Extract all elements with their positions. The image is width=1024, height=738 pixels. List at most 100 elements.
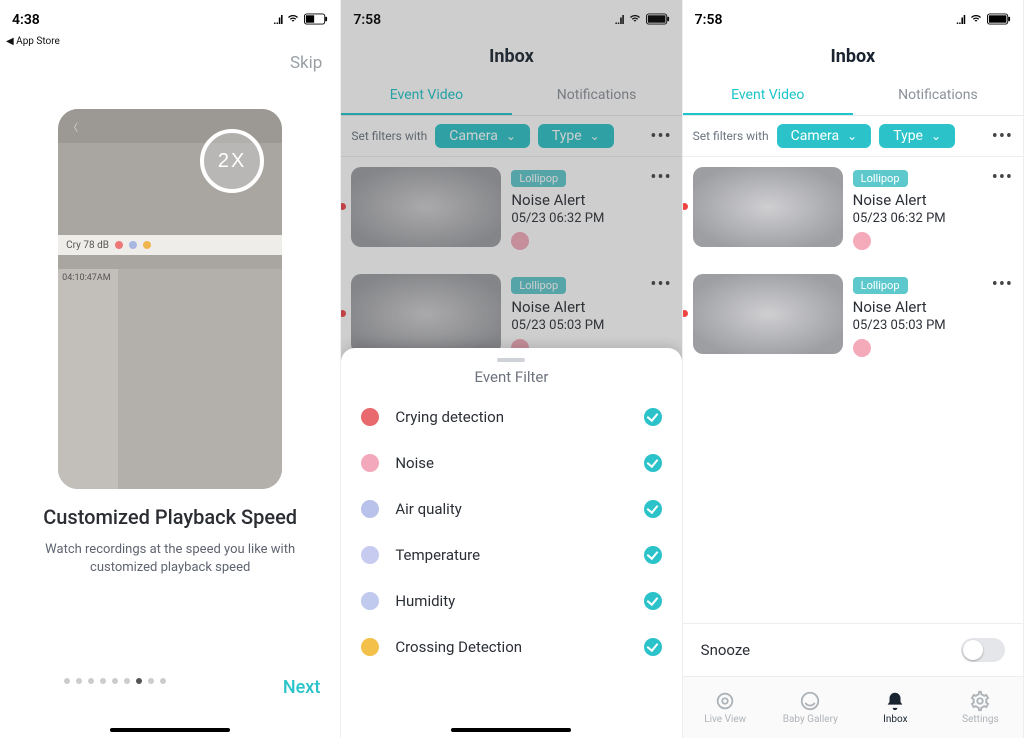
page-dot[interactable] (76, 678, 82, 684)
event-item[interactable]: Lollipop Noise Alert 05/23 05:03 PM ••• (683, 264, 1023, 371)
check-icon[interactable] (644, 500, 662, 518)
snooze-row: Snooze (683, 623, 1023, 676)
tab-notifications[interactable]: Notifications (853, 77, 1023, 115)
bottom-tab-bar: Live View Baby Gallery Inbox Settings (683, 676, 1023, 738)
filter-option[interactable]: Humidity (341, 578, 681, 624)
next-button[interactable]: Next (283, 677, 320, 698)
chevron-down-icon: ⌄ (847, 129, 857, 143)
home-indicator[interactable] (451, 728, 571, 732)
wifi-icon (969, 13, 983, 28)
sheet-title: Event Filter (341, 368, 681, 386)
onboarding-screen: 4:38 ..ıl ◀ App Store Skip 〈 2X Cry 78 d… (0, 0, 341, 738)
page-dot[interactable] (160, 678, 166, 684)
status-time: 4:38 (12, 12, 40, 28)
status-icons: ..ıl (273, 13, 328, 28)
chevron-down-icon: ⌄ (931, 129, 941, 143)
filter-option-label: Noise (395, 454, 627, 472)
filter-option-label: Crying detection (395, 408, 627, 426)
modal-backdrop[interactable] (341, 0, 681, 371)
filter-label: Set filters with (693, 129, 769, 143)
playback-speed-badge: 2X (200, 129, 264, 193)
event-thumbnail[interactable] (693, 167, 843, 247)
check-icon[interactable] (644, 546, 662, 564)
event-time: 05/23 05:03 PM (853, 318, 1013, 333)
page-dot[interactable] (100, 678, 106, 684)
tabbar-live-view[interactable]: Live View (683, 677, 768, 738)
tabbar-inbox[interactable]: Inbox (853, 677, 938, 738)
skip-button[interactable]: Skip (290, 53, 322, 73)
back-to-appstore[interactable]: ◀ App Store (0, 36, 340, 47)
filter-type-icon (361, 638, 379, 656)
mock-db-label: Cry 78 dB (66, 240, 109, 251)
tabbar-label: Inbox (883, 714, 907, 725)
home-indicator[interactable] (110, 728, 230, 732)
type-filter-pill[interactable]: Type⌄ (879, 124, 955, 148)
tabbar-settings[interactable]: Settings (938, 677, 1023, 738)
mock-time-label: 04:10:47AM (58, 269, 118, 489)
page-dot[interactable] (124, 678, 130, 684)
onboarding-title: Customized Playback Speed (0, 505, 340, 529)
tab-event-video[interactable]: Event Video (683, 77, 853, 115)
noise-icon (853, 232, 871, 250)
page-dot[interactable] (88, 678, 94, 684)
inbox-icon (884, 690, 906, 712)
camera-filter-pill[interactable]: Camera⌄ (777, 124, 872, 148)
filter-option-label: Humidity (395, 592, 627, 610)
check-icon[interactable] (644, 592, 662, 610)
filter-option[interactable]: Crying detection (341, 394, 681, 440)
filter-option-label: Air quality (395, 500, 627, 518)
page-dot[interactable] (112, 678, 118, 684)
settings-icon (969, 690, 991, 712)
signal-icon: ..ıl (273, 13, 282, 27)
camera-tag: Lollipop (853, 170, 908, 187)
snooze-label: Snooze (701, 641, 750, 659)
page-dot[interactable] (148, 678, 154, 684)
tabbar-label: Settings (962, 714, 999, 725)
status-icons: ..ıl (956, 13, 1011, 28)
filter-option[interactable]: Crossing Detection (341, 624, 681, 670)
filter-type-icon (361, 500, 379, 518)
event-title: Noise Alert (853, 191, 1013, 209)
tabbar-baby-gallery[interactable]: Baby Gallery (768, 677, 853, 738)
event-more-icon[interactable]: ••• (992, 274, 1013, 295)
event-filter-sheet: Event Filter Crying detection Noise Air qu… (341, 348, 681, 738)
status-time: 7:58 (695, 12, 723, 28)
onboarding-subtitle: Watch recordings at the speed you like w… (20, 541, 320, 577)
noise-icon (853, 339, 871, 357)
page-dot[interactable] (136, 678, 142, 684)
check-icon[interactable] (644, 638, 662, 656)
tabbar-label: Baby Gallery (783, 714, 838, 725)
more-icon[interactable]: ••• (992, 126, 1013, 147)
filter-option-label: Crossing Detection (395, 638, 627, 656)
inbox-tabs: Event Video Notifications (683, 77, 1023, 116)
filter-type-icon (361, 454, 379, 472)
unread-dot-icon (683, 310, 688, 317)
inbox-screen: 7:58 ..ıl Inbox Event Video Notification… (683, 0, 1024, 738)
snooze-toggle[interactable] (961, 638, 1005, 662)
camera-tag: Lollipop (853, 277, 908, 294)
filter-type-icon (361, 546, 379, 564)
battery-icon (987, 13, 1011, 28)
unread-dot-icon (683, 203, 688, 210)
event-item[interactable]: Lollipop Noise Alert 05/23 06:32 PM ••• (683, 157, 1023, 264)
check-icon[interactable] (644, 454, 662, 472)
filter-option[interactable]: Noise (341, 440, 681, 486)
check-icon[interactable] (644, 408, 662, 426)
filter-type-icon (361, 592, 379, 610)
filter-option[interactable]: Temperature (341, 532, 681, 578)
battery-icon (304, 13, 328, 28)
filter-option[interactable]: Air quality (341, 486, 681, 532)
event-title: Noise Alert (853, 298, 1013, 316)
sheet-handle[interactable] (497, 358, 525, 362)
tabbar-label: Live View (704, 714, 746, 725)
live-view-icon (714, 690, 736, 712)
status-bar: 4:38 ..ıl (0, 0, 340, 36)
page-dot[interactable] (64, 678, 70, 684)
page-title: Inbox (683, 36, 1023, 77)
wifi-icon (286, 13, 300, 28)
event-more-icon[interactable]: ••• (992, 167, 1013, 188)
event-thumbnail[interactable] (693, 274, 843, 354)
page-indicator (0, 669, 230, 688)
baby-gallery-icon (799, 690, 821, 712)
event-time: 05/23 06:32 PM (853, 211, 1013, 226)
